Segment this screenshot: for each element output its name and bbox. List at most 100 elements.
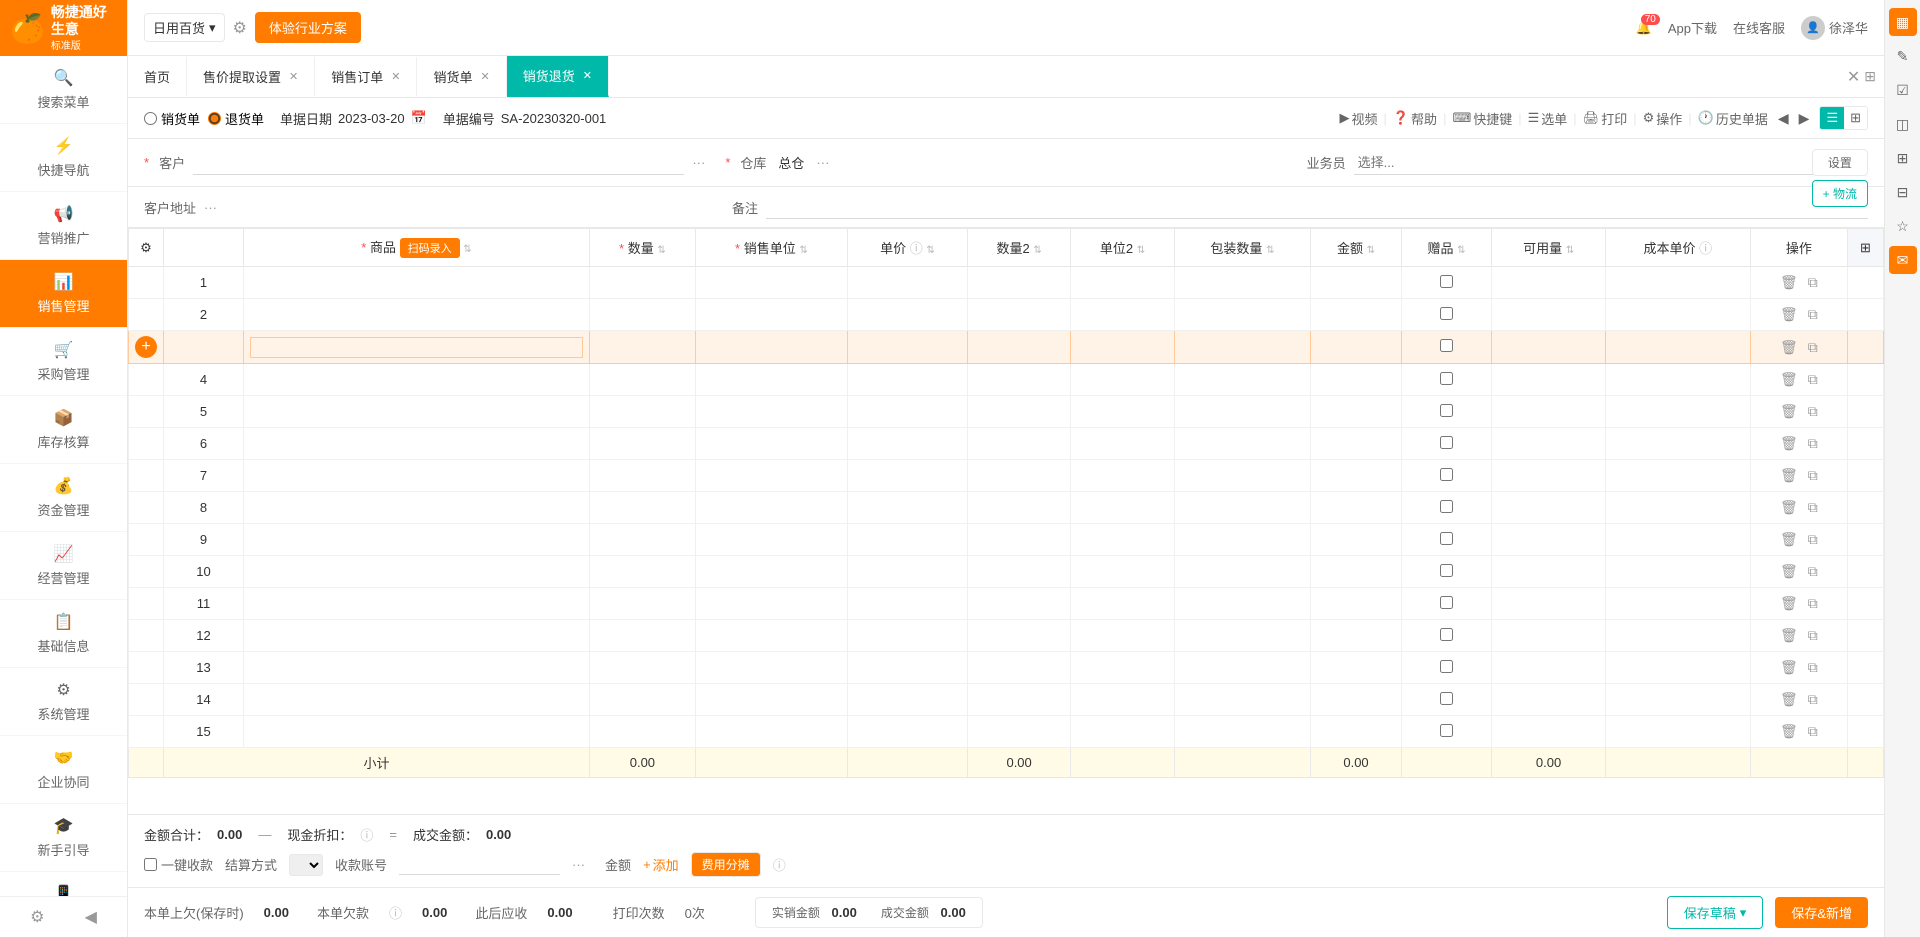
sidebar-settings-btn[interactable]: ⚙	[30, 907, 44, 927]
tab-price-setting-close[interactable]: ✕	[289, 70, 298, 83]
save-new-button[interactable]: 保存&新增	[1775, 897, 1868, 928]
row-3-copy-btn[interactable]: ⧉	[1806, 337, 1820, 358]
row-1-copy-btn[interactable]: ⧉	[1806, 272, 1820, 293]
prev-btn[interactable]: ◀	[1774, 108, 1793, 129]
row-1-amount[interactable]	[1311, 267, 1402, 299]
shortcut-btn[interactable]: ⌨ 快捷键	[1452, 109, 1512, 128]
tab-price-setting[interactable]: 售价提取设置 ✕	[187, 57, 315, 96]
row-4-copy-btn[interactable]: ⧉	[1806, 369, 1820, 390]
operate-btn[interactable]: ⚙ 操作	[1643, 109, 1683, 128]
tab-sales-return[interactable]: 销货退货 ✕	[507, 56, 609, 97]
row-8-delete-btn[interactable]: 🗑	[1778, 497, 1800, 518]
sidebar-item-marketing[interactable]: 📢 营销推广	[0, 192, 127, 260]
row-1-unit-price[interactable]	[847, 267, 967, 299]
one-click-payment-checkbox[interactable]	[144, 858, 157, 871]
row-9-copy-btn[interactable]: ⧉	[1806, 529, 1820, 550]
row-3-delete-btn[interactable]: 🗑	[1778, 337, 1800, 358]
row-7-delete-btn[interactable]: 🗑	[1778, 465, 1800, 486]
row-2-unit2[interactable]	[1071, 299, 1174, 331]
row-3-unit2[interactable]	[1071, 331, 1174, 364]
sidebar-item-system[interactable]: ⚙ 系统管理	[0, 668, 127, 736]
history-btn[interactable]: 🕐 历史单据	[1698, 109, 1768, 128]
app-download-link[interactable]: App下载	[1668, 18, 1717, 37]
header-gear-icon[interactable]: ⚙	[233, 18, 247, 38]
one-click-payment-label[interactable]: 一键收款	[144, 855, 213, 874]
row-12-copy-btn[interactable]: ⧉	[1806, 625, 1820, 646]
row-3-pack-qty[interactable]	[1174, 331, 1311, 364]
business-selector[interactable]: 日用百货 ▾	[144, 13, 225, 42]
row-2-unit-price[interactable]	[847, 299, 967, 331]
row-1-unit2[interactable]	[1071, 267, 1174, 299]
radio-return-input[interactable]	[208, 112, 221, 125]
row-3-sales-unit[interactable]	[695, 331, 847, 364]
row-1-pack-qty[interactable]	[1174, 267, 1311, 299]
row-15-copy-btn[interactable]: ⧉	[1806, 721, 1820, 742]
calendar-icon[interactable]: 📅	[411, 110, 427, 126]
row-3-unit-price[interactable]	[847, 331, 967, 364]
right-panel-btn-7[interactable]: ☆	[1889, 212, 1917, 240]
scan-button[interactable]: 扫码录入	[400, 238, 460, 258]
row-2-gift[interactable]	[1401, 299, 1492, 331]
grid-view-btn[interactable]: ☰	[1820, 107, 1844, 129]
radio-sales-input[interactable]	[144, 112, 157, 125]
salesperson-input[interactable]	[1354, 151, 1847, 175]
tab-sales-order[interactable]: 销售订单 ✕	[315, 57, 417, 96]
right-panel-btn-5[interactable]: ⊞	[1889, 144, 1917, 172]
sidebar-item-search[interactable]: 🔍 搜索菜单	[0, 56, 127, 124]
row-11-delete-btn[interactable]: 🗑	[1778, 593, 1800, 614]
select-btn[interactable]: ☰ 选单	[1528, 109, 1568, 128]
row-2-copy-btn[interactable]: ⧉	[1806, 304, 1820, 325]
row-5-delete-btn[interactable]: 🗑	[1778, 401, 1800, 422]
row-2-pack-qty[interactable]	[1174, 299, 1311, 331]
row-2-quantity[interactable]	[589, 299, 695, 331]
tab-home[interactable]: 首页	[128, 57, 187, 96]
account-input[interactable]	[399, 854, 560, 875]
row-1-goods[interactable]	[244, 267, 590, 299]
address-dots[interactable]: ···	[204, 200, 217, 215]
row-3-quantity[interactable]	[589, 331, 695, 364]
settings-button[interactable]: 设置	[1812, 149, 1868, 176]
row-1-quantity2[interactable]	[967, 267, 1070, 299]
user-info[interactable]: 👤 徐泽华	[1801, 16, 1868, 40]
row-13-delete-btn[interactable]: 🗑	[1778, 657, 1800, 678]
row-15-delete-btn[interactable]: 🗑	[1778, 721, 1800, 742]
th-col-settings[interactable]: ⊞	[1848, 229, 1884, 267]
row-9-delete-btn[interactable]: 🗑	[1778, 529, 1800, 550]
right-panel-btn-3[interactable]: ☑	[1889, 76, 1917, 104]
add-row-btn[interactable]: +	[135, 336, 157, 358]
sidebar-item-operations[interactable]: 📈 经营管理	[0, 532, 127, 600]
doc-date-value[interactable]: 2023-03-20	[338, 111, 405, 126]
row-3-amount[interactable]	[1311, 331, 1402, 364]
row-1-gift[interactable]	[1401, 267, 1492, 299]
right-panel-btn-2[interactable]: ✎	[1889, 42, 1917, 70]
calc-method-select[interactable]	[289, 854, 323, 876]
sidebar-collapse-btn[interactable]: ◀	[85, 907, 97, 927]
experience-button[interactable]: 体验行业方案	[255, 12, 361, 43]
row-3-quantity2[interactable]	[967, 331, 1070, 364]
next-btn[interactable]: ▶	[1795, 108, 1814, 129]
row-10-copy-btn[interactable]: ⧉	[1806, 561, 1820, 582]
row-13-copy-btn[interactable]: ⧉	[1806, 657, 1820, 678]
row-2-sales-unit[interactable]	[695, 299, 847, 331]
row-2-delete-btn[interactable]: 🗑	[1778, 304, 1800, 325]
sidebar-item-guide[interactable]: 🎓 新手引导	[0, 804, 127, 872]
customer-input[interactable]	[193, 151, 684, 175]
list-view-btn[interactable]: ⊞	[1844, 107, 1867, 129]
th-gear[interactable]: ⚙	[129, 229, 164, 267]
row-2-quantity2[interactable]	[967, 299, 1070, 331]
row-12-delete-btn[interactable]: 🗑	[1778, 625, 1800, 646]
tab-sales-return-close[interactable]: ✕	[583, 69, 592, 82]
right-panel-btn-4[interactable]: ◫	[1889, 110, 1917, 138]
row-4-delete-btn[interactable]: 🗑	[1778, 369, 1800, 390]
radio-return[interactable]: 退货单	[208, 109, 264, 128]
account-dots[interactable]: ···	[572, 857, 585, 872]
tab-sales[interactable]: 销货单 ✕	[417, 57, 506, 96]
row-6-delete-btn[interactable]: 🗑	[1778, 433, 1800, 454]
row-3-goods-input[interactable]	[250, 337, 583, 358]
message-bell[interactable]: 🔔 70	[1636, 20, 1652, 36]
print-btn[interactable]: 🖨 打印	[1583, 109, 1628, 128]
sidebar-item-basic[interactable]: 📋 基础信息	[0, 600, 127, 668]
row-7-copy-btn[interactable]: ⧉	[1806, 465, 1820, 486]
row-5-copy-btn[interactable]: ⧉	[1806, 401, 1820, 422]
row-8-copy-btn[interactable]: ⧉	[1806, 497, 1820, 518]
